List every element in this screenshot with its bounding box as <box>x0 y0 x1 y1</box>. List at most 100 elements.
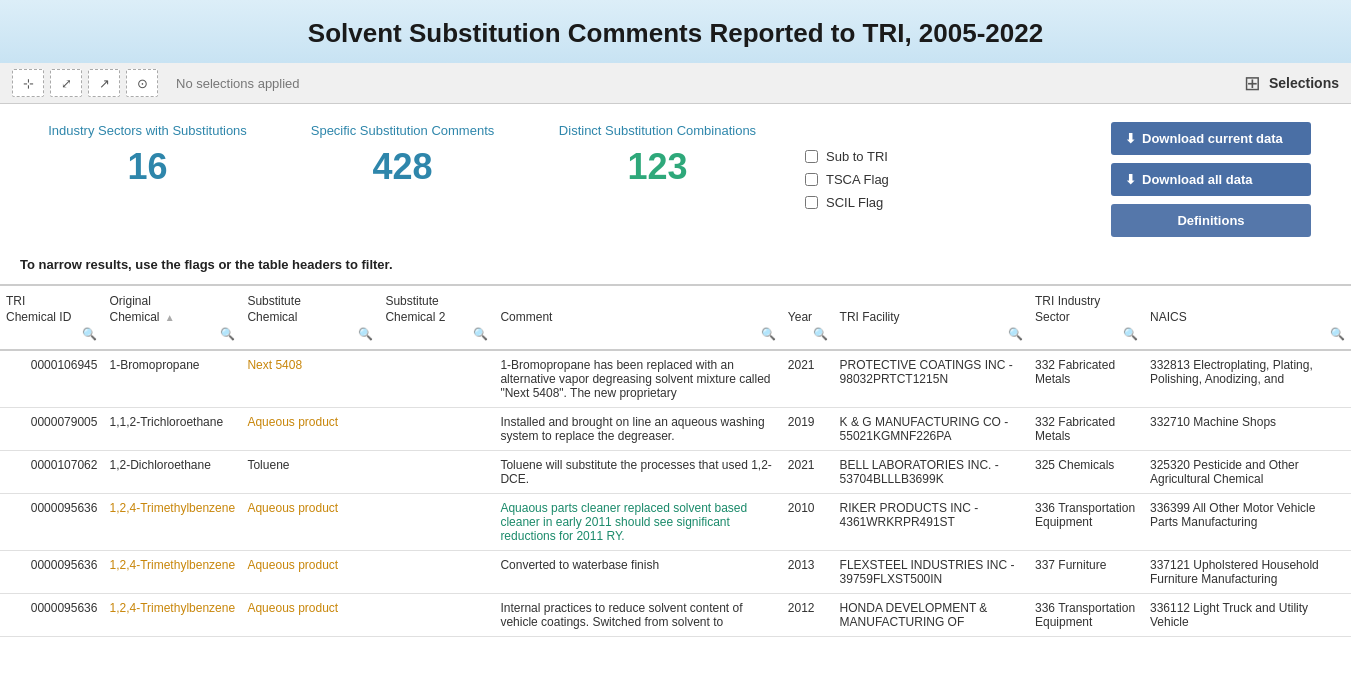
col-header-chem-id: TRIChemical ID 🔍 <box>0 285 103 350</box>
cell-industry: 332 Fabricated Metals <box>1029 408 1144 451</box>
cell-facility: HONDA DEVELOPMENT & MANUFACTURING OF <box>834 594 1029 637</box>
table-row: 0000106945 1-Bromopropane Next 5408 1-Br… <box>0 350 1351 408</box>
cell-industry: 336 Transportation Equipment <box>1029 494 1144 551</box>
stats-section: Industry Sectors with Substitutions 16 S… <box>0 104 1351 249</box>
grid-icon[interactable]: ⊞ <box>1244 71 1261 95</box>
cell-comment: Installed and brought on line an aqueous… <box>494 408 781 451</box>
cell-chem-id: 0000095636 <box>0 551 103 594</box>
cell-comment: Toluene will substitute the processes th… <box>494 451 781 494</box>
col-header-comment: Comment 🔍 <box>494 285 781 350</box>
cell-year: 2021 <box>782 451 834 494</box>
data-table-container: TRIChemical ID 🔍 OriginalChemical ▲ 🔍 Su… <box>0 284 1351 637</box>
share-icon-btn[interactable]: ↗ <box>88 69 120 97</box>
definitions-button[interactable]: Definitions <box>1111 204 1311 237</box>
cell-year: 2013 <box>782 551 834 594</box>
col-header-facility: TRI Facility 🔍 <box>834 285 1029 350</box>
scil-flag-checkbox[interactable] <box>805 196 818 209</box>
cell-industry: 325 Chemicals <box>1029 451 1144 494</box>
col-header-orig-chem: OriginalChemical ▲ 🔍 <box>103 285 241 350</box>
industry-sectors-label: Industry Sectors with Substitutions <box>20 122 275 140</box>
tsca-flag-checkbox[interactable] <box>805 173 818 186</box>
download-all-button[interactable]: ⬇ Download all data <box>1111 163 1311 196</box>
table-header-row: TRIChemical ID 🔍 OriginalChemical ▲ 🔍 Su… <box>0 285 1351 350</box>
search-icon-orig-chem[interactable]: 🔍 <box>220 327 235 341</box>
substitution-comments-value: 428 <box>275 146 530 188</box>
search-icon-naics[interactable]: 🔍 <box>1330 327 1345 341</box>
cell-orig-chem: 1-Bromopropane <box>103 350 241 408</box>
cell-orig-chem: 1,2,4-Trimethylbenzene <box>103 551 241 594</box>
industry-sectors-value: 16 <box>20 146 275 188</box>
cell-facility: K & G MANUFACTURING CO - 55021KGMNF226PA <box>834 408 1029 451</box>
cell-chem-id: 0000095636 <box>0 494 103 551</box>
table-row: 0000079005 1,1,2-Trichloroethane Aqueous… <box>0 408 1351 451</box>
stat-substitution-comments: Specific Substitution Comments 428 <box>275 122 530 237</box>
download-current-button[interactable]: ⬇ Download current data <box>1111 122 1311 155</box>
cell-sub-chem: Next 5408 <box>241 350 379 408</box>
cell-comment: Aquaous parts cleaner replaced solvent b… <box>494 494 781 551</box>
table-row: 0000095636 1,2,4-Trimethylbenzene Aqueou… <box>0 594 1351 637</box>
cell-orig-chem: 1,2,4-Trimethylbenzene <box>103 594 241 637</box>
buttons-section: ⬇ Download current data ⬇ Download all d… <box>1111 122 1331 237</box>
cell-naics: 332813 Electroplating, Plating, Polishin… <box>1144 350 1351 408</box>
cell-sub-chem: Toluene <box>241 451 379 494</box>
selections-button[interactable]: Selections <box>1269 75 1339 91</box>
tsca-flag-label: TSCA Flag <box>826 172 889 187</box>
col-header-sub-chem: SubstituteChemical 🔍 <box>241 285 379 350</box>
cell-sub-chem: Aqueous product <box>241 408 379 451</box>
camera-icon-btn[interactable]: ⊙ <box>126 69 158 97</box>
cell-facility: BELL LABORATORIES INC. - 53704BLLLB3699K <box>834 451 1029 494</box>
sub-to-tri-label: Sub to TRI <box>826 149 888 164</box>
cell-facility: PROTECTIVE COATINGS INC - 98032PRTCT1215… <box>834 350 1029 408</box>
search-icon-chem-id[interactable]: 🔍 <box>82 327 97 341</box>
cell-naics: 336112 Light Truck and Utility Vehicle <box>1144 594 1351 637</box>
sub-to-tri-checkbox[interactable] <box>805 150 818 163</box>
search-icon-sub-chem[interactable]: 🔍 <box>358 327 373 341</box>
search-icon-comment[interactable]: 🔍 <box>761 327 776 341</box>
filter-hint: To narrow results, use the flags or the … <box>0 249 1351 284</box>
zoom-icon: ⊹ <box>23 76 34 91</box>
expand-icon: ⤢ <box>61 76 72 91</box>
distinct-combinations-value: 123 <box>530 146 785 188</box>
cell-year: 2010 <box>782 494 834 551</box>
page-header: Solvent Substitution Comments Reported t… <box>0 0 1351 63</box>
col-header-naics: NAICS 🔍 <box>1144 285 1351 350</box>
flags-section: Sub to TRI TSCA Flag SCIL Flag <box>785 122 1111 237</box>
expand-icon-btn[interactable]: ⤢ <box>50 69 82 97</box>
cell-naics: 337121 Upholstered Household Furniture M… <box>1144 551 1351 594</box>
cell-comment: Converted to waterbase finish <box>494 551 781 594</box>
stat-industry-sectors: Industry Sectors with Substitutions 16 <box>20 122 275 237</box>
toolbar: ⊹ ⤢ ↗ ⊙ No selections applied ⊞ Selectio… <box>0 63 1351 104</box>
cell-chem-id: 0000095636 <box>0 594 103 637</box>
cell-industry: 332 Fabricated Metals <box>1029 350 1144 408</box>
cell-sub-chem2 <box>379 451 494 494</box>
cell-sub-chem2 <box>379 350 494 408</box>
download-all-label: Download all data <box>1142 172 1253 187</box>
cell-comment: Internal practices to reduce solvent con… <box>494 594 781 637</box>
table-row: 0000107062 1,2-Dichloroethane Toluene To… <box>0 451 1351 494</box>
cell-year: 2012 <box>782 594 834 637</box>
zoom-icon-btn[interactable]: ⊹ <box>12 69 44 97</box>
cell-sub-chem2 <box>379 408 494 451</box>
cell-naics: 332710 Machine Shops <box>1144 408 1351 451</box>
flag-row-sub-tri: Sub to TRI <box>805 149 1111 164</box>
cell-year: 2021 <box>782 350 834 408</box>
cell-comment: 1-Bromopropane has been replaced with an… <box>494 350 781 408</box>
camera-icon: ⊙ <box>137 76 148 91</box>
cell-facility: FLEXSTEEL INDUSTRIES INC - 39759FLXST500… <box>834 551 1029 594</box>
cell-naics: 325320 Pesticide and Other Agricultural … <box>1144 451 1351 494</box>
page-title: Solvent Substitution Comments Reported t… <box>10 18 1341 49</box>
search-icon-industry[interactable]: 🔍 <box>1123 327 1138 341</box>
search-icon-year[interactable]: 🔍 <box>813 327 828 341</box>
cell-orig-chem: 1,2-Dichloroethane <box>103 451 241 494</box>
cell-sub-chem: Aqueous product <box>241 551 379 594</box>
table-row: 0000095636 1,2,4-Trimethylbenzene Aqueou… <box>0 494 1351 551</box>
cell-orig-chem: 1,1,2-Trichloroethane <box>103 408 241 451</box>
col-header-sub-chem2: SubstituteChemical 2 🔍 <box>379 285 494 350</box>
share-icon: ↗ <box>99 76 110 91</box>
search-icon-facility[interactable]: 🔍 <box>1008 327 1023 341</box>
toolbar-right: ⊞ Selections <box>1244 71 1339 95</box>
search-icon-sub-chem2[interactable]: 🔍 <box>473 327 488 341</box>
cell-sub-chem2 <box>379 494 494 551</box>
cell-sub-chem: Aqueous product <box>241 494 379 551</box>
cell-orig-chem: 1,2,4-Trimethylbenzene <box>103 494 241 551</box>
